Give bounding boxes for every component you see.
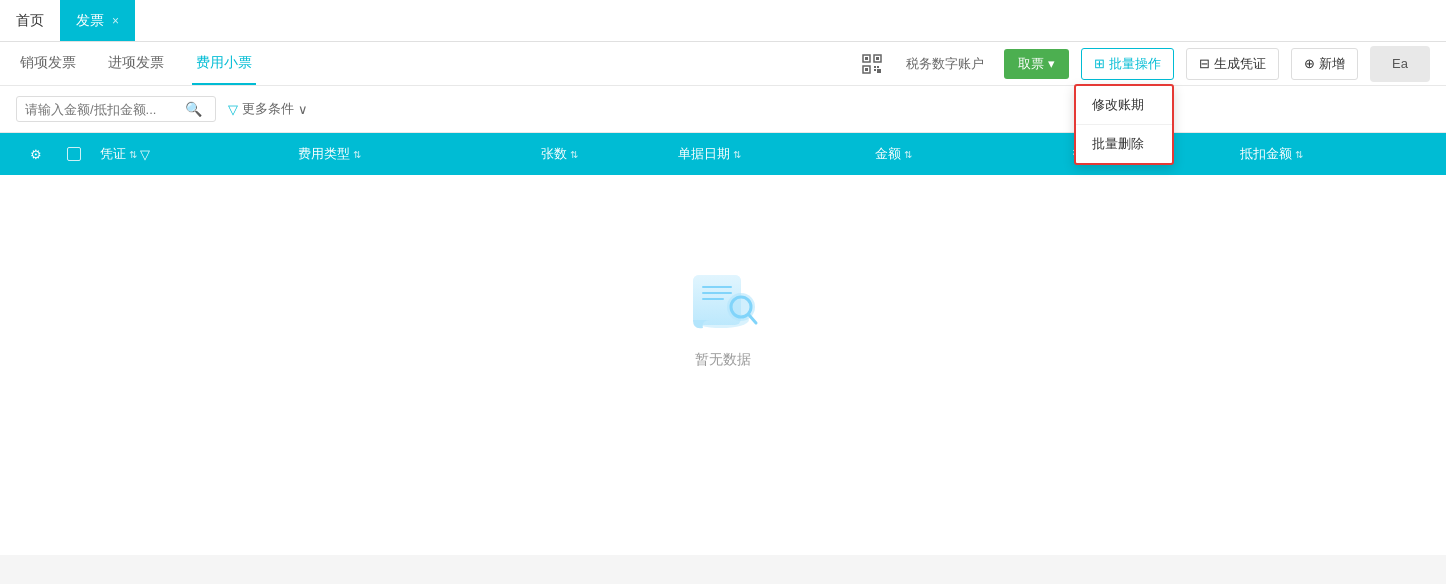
batch-op-dropdown: 修改账期 批量删除 — [1074, 84, 1174, 165]
th-amount[interactable]: 金额 ⇅ — [867, 145, 1065, 163]
gen-voucher-icon: ⊟ — [1199, 56, 1210, 71]
more-filter-button[interactable]: ▽ 更多条件 ∨ — [228, 100, 308, 118]
sub-tabs-bar: 销项发票 进项发票 费用小票 税务数字账户 取票 ▾ — [0, 42, 1446, 86]
filter-icon: ▽ — [228, 102, 238, 117]
batch-op-label: 批量操作 — [1109, 55, 1161, 73]
th-deduct-amount[interactable]: 抵扣金额 ⇅ — [1232, 145, 1430, 163]
table-header: ⚙ 凭证 ⇅ ▽ 费用类型 ⇅ 张数 ⇅ 单据日期 ⇅ 金额 ⇅ 抵扣率 ⇅ 抵… — [0, 133, 1446, 175]
new-icon: ⊕ — [1304, 56, 1315, 71]
new-label: 新增 — [1319, 55, 1345, 73]
th-voucher-sort-icon: ⇅ — [129, 149, 137, 160]
invoice-tab-label: 发票 — [76, 12, 104, 30]
th-voucher-label: 凭证 — [100, 145, 126, 163]
batch-op-wrap: ⊞ 批量操作 修改账期 批量删除 — [1081, 48, 1174, 80]
select-all-checkbox[interactable] — [67, 147, 81, 161]
th-deduct-amount-label: 抵扣金额 — [1240, 145, 1292, 163]
th-expense-type-label: 费用类型 — [298, 145, 350, 163]
th-deduct-amount-sort-icon: ⇅ — [1295, 149, 1303, 160]
batch-op-button[interactable]: ⊞ 批量操作 — [1081, 48, 1174, 80]
svg-rect-1 — [865, 57, 868, 60]
svg-rect-7 — [877, 66, 879, 68]
user-avatar[interactable]: Ea — [1370, 46, 1430, 82]
th-settings[interactable]: ⚙ — [16, 147, 56, 162]
dropdown-item-modify-period[interactable]: 修改账期 — [1076, 86, 1172, 124]
search-input-wrap[interactable]: 🔍 — [16, 96, 216, 122]
qu-piao-arrow-icon: ▾ — [1048, 56, 1055, 71]
th-count-sort-icon: ⇅ — [570, 149, 578, 160]
qu-piao-label: 取票 — [1018, 55, 1044, 73]
th-voucher[interactable]: 凭证 ⇅ ▽ — [92, 145, 290, 163]
empty-state-label: 暂无数据 — [695, 351, 751, 369]
invoice-tab-close[interactable]: × — [112, 14, 119, 28]
gen-voucher-label: 生成凭证 — [1214, 55, 1266, 73]
more-filter-arrow-icon: ∨ — [298, 102, 308, 117]
th-expense-type-sort-icon: ⇅ — [353, 149, 361, 160]
th-amount-label: 金额 — [875, 145, 901, 163]
tax-account-button[interactable]: 税务数字账户 — [898, 51, 992, 77]
search-input[interactable] — [25, 102, 185, 117]
th-date-sort-icon: ⇅ — [733, 149, 741, 160]
more-filter-label: 更多条件 — [242, 100, 294, 118]
svg-line-18 — [749, 315, 756, 323]
invoice-tab[interactable]: 发票 × — [60, 0, 135, 41]
th-count-label: 张数 — [541, 145, 567, 163]
batch-op-icon: ⊞ — [1094, 56, 1105, 71]
toolbar: 税务数字账户 取票 ▾ ⊞ 批量操作 修改账期 批量删除 ⊟ 生成凭证 ⊕ 新增… — [858, 46, 1430, 82]
qu-piao-button[interactable]: 取票 ▾ — [1004, 49, 1069, 79]
new-button[interactable]: ⊕ 新增 — [1291, 48, 1358, 80]
filter-bar: 🔍 ▽ 更多条件 ∨ — [0, 86, 1446, 133]
svg-rect-3 — [876, 57, 879, 60]
content-area: 暂无数据 — [0, 175, 1446, 555]
gen-voucher-button[interactable]: ⊟ 生成凭证 — [1186, 48, 1279, 80]
search-icon[interactable]: 🔍 — [185, 101, 202, 117]
tab-expense[interactable]: 费用小票 — [192, 42, 256, 85]
svg-rect-9 — [877, 69, 881, 73]
sub-tabs-left: 销项发票 进项发票 费用小票 — [16, 42, 256, 85]
empty-state: 暂无数据 — [0, 175, 1446, 409]
th-date-label: 单据日期 — [678, 145, 730, 163]
top-nav: 首页 发票 × — [0, 0, 1446, 42]
tab-input[interactable]: 进项发票 — [104, 42, 168, 85]
th-expense-type[interactable]: 费用类型 ⇅ — [290, 145, 533, 163]
svg-rect-5 — [865, 68, 868, 71]
th-checkbox[interactable] — [56, 147, 92, 161]
th-voucher-filter-icon: ▽ — [140, 147, 150, 162]
svg-rect-8 — [874, 69, 876, 71]
tab-sales[interactable]: 销项发票 — [16, 42, 80, 85]
svg-rect-6 — [874, 66, 876, 68]
home-tab[interactable]: 首页 — [0, 0, 60, 41]
th-count[interactable]: 张数 ⇅ — [533, 145, 670, 163]
th-date[interactable]: 单据日期 ⇅ — [670, 145, 868, 163]
empty-illustration — [673, 255, 773, 335]
dropdown-item-batch-delete[interactable]: 批量删除 — [1076, 124, 1172, 163]
th-amount-sort-icon: ⇅ — [904, 149, 912, 160]
qr-icon[interactable] — [858, 50, 886, 78]
